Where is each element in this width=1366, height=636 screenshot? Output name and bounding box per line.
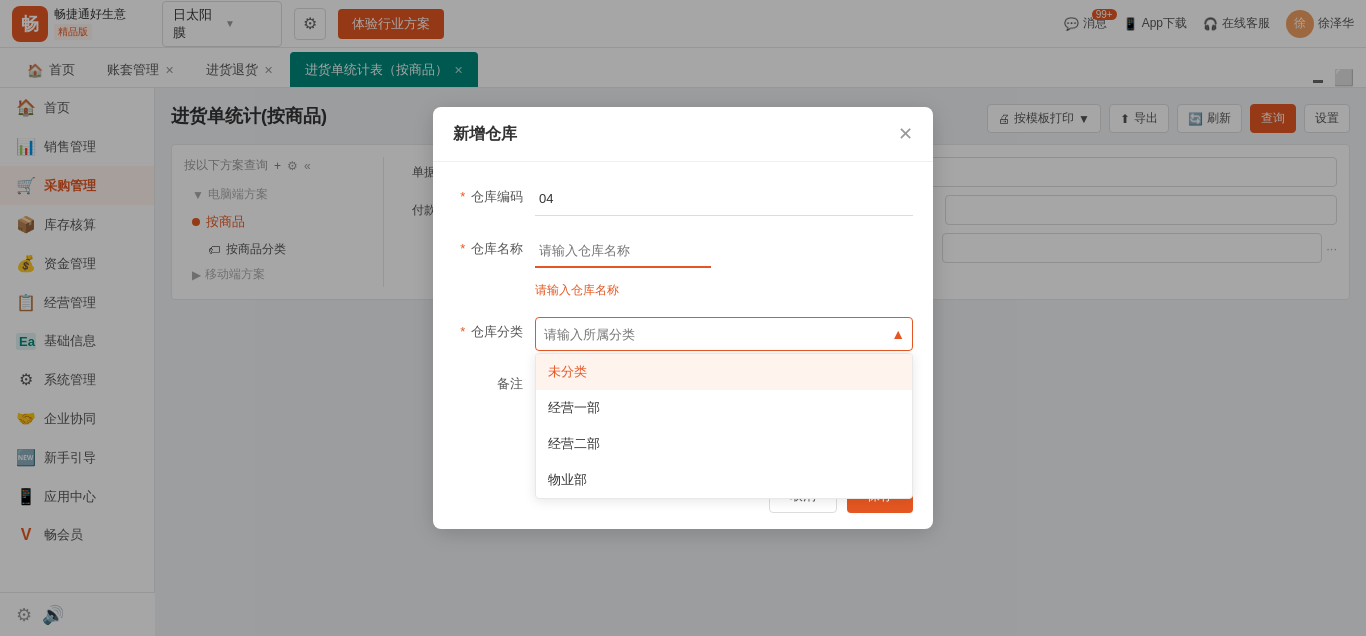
- form-row-name: * 仓库名称 请输入仓库名称: [453, 234, 913, 299]
- category-dropdown: 未分类 经营一部 经营二部 物业部: [535, 353, 913, 499]
- dialog-title: 新增仓库: [453, 124, 517, 145]
- code-label: * 仓库编码: [453, 182, 523, 206]
- dropdown-item-unclassified[interactable]: 未分类: [536, 354, 912, 390]
- category-select-wrap: ▲ 未分类 经营一部 经营二部 物业部: [535, 317, 913, 351]
- modal-overlay[interactable]: 新增仓库 ✕ * 仓库编码 * 仓库名称: [0, 0, 1366, 636]
- dialog-close-button[interactable]: ✕: [898, 123, 913, 145]
- name-input-wrap: [535, 234, 913, 268]
- dropdown-item-dept2[interactable]: 经营二部: [536, 426, 912, 462]
- dropdown-item-dept3[interactable]: 物业部: [536, 462, 912, 498]
- required-star: *: [460, 189, 465, 204]
- required-star2: *: [460, 241, 465, 256]
- dropdown-item-dept1[interactable]: 经营一部: [536, 390, 912, 426]
- required-star3: *: [460, 324, 465, 339]
- name-label: * 仓库名称: [453, 234, 523, 258]
- form-row-code: * 仓库编码: [453, 182, 913, 216]
- remark-label: 备注: [453, 369, 523, 393]
- dialog-body: * 仓库编码 * 仓库名称 请输入仓库名称: [433, 162, 933, 467]
- category-label: * 仓库分类: [453, 317, 523, 341]
- form-row-category: * 仓库分类 ▲ 未分类 经营一部 经营二部 物业部: [453, 317, 913, 351]
- name-error-msg: 请输入仓库名称: [535, 283, 619, 297]
- name-input[interactable]: [535, 234, 711, 268]
- code-input[interactable]: [535, 182, 913, 216]
- category-input[interactable]: [535, 317, 913, 351]
- dialog-header: 新增仓库 ✕: [433, 107, 933, 162]
- dialog-new-warehouse: 新增仓库 ✕ * 仓库编码 * 仓库名称: [433, 107, 933, 529]
